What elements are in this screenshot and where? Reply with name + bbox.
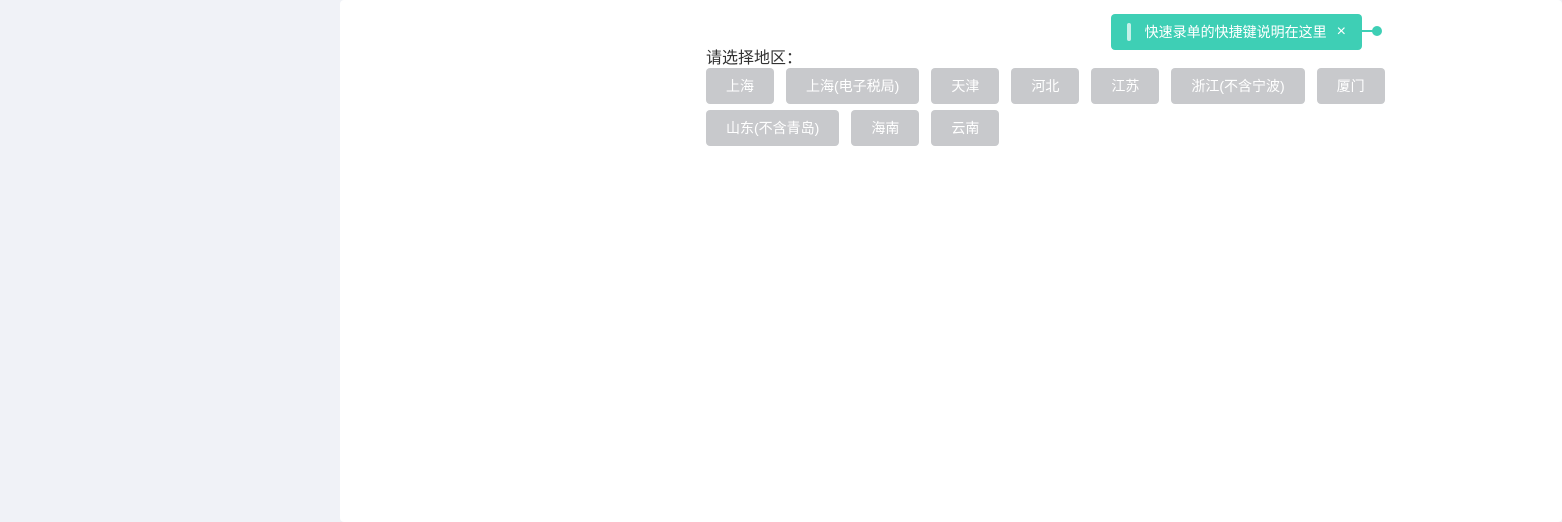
region-button-hainan[interactable]: 海南 (851, 110, 919, 146)
page-label: 请选择地区： (706, 44, 802, 68)
tooltip-dot (1372, 26, 1382, 36)
region-button-shanghai-etax[interactable]: 上海(电子税局) (786, 68, 919, 104)
region-button-zhejiang[interactable]: 浙江(不含宁波) (1171, 68, 1304, 104)
region-button-jiangsu[interactable]: 江苏 (1091, 68, 1159, 104)
region-button-tianjin[interactable]: 天津 (931, 68, 999, 104)
region-buttons-row2: 山东(不含青岛) 海南云南 (706, 110, 999, 146)
region-buttons-row1: 上海上海(电子税局) 天津河北江苏浙江(不含宁波) 厦门 (706, 68, 1385, 104)
tooltip-text: 快速录单的快捷键说明在这里 (1145, 22, 1327, 42)
tooltip-close-button[interactable]: × (1337, 23, 1346, 41)
main-content: 请选择地区： 上海上海(电子税局) 天津河北江苏浙江(不含宁波) 厦门 山东(不含青… (340, 0, 1562, 522)
region-button-yunnan[interactable]: 云南 (931, 110, 999, 146)
region-button-hebei[interactable]: 河北 (1011, 68, 1079, 104)
region-button-shanghai[interactable]: 上海 (706, 68, 774, 104)
tooltip-bar-decoration (1127, 23, 1131, 41)
region-button-shandong[interactable]: 山东(不含青岛) (706, 110, 839, 146)
tooltip-banner: 快速录单的快捷键说明在这里 × (1111, 14, 1362, 50)
region-button-xiamen[interactable]: 厦门 (1317, 68, 1385, 104)
left-sidebar (0, 0, 340, 522)
